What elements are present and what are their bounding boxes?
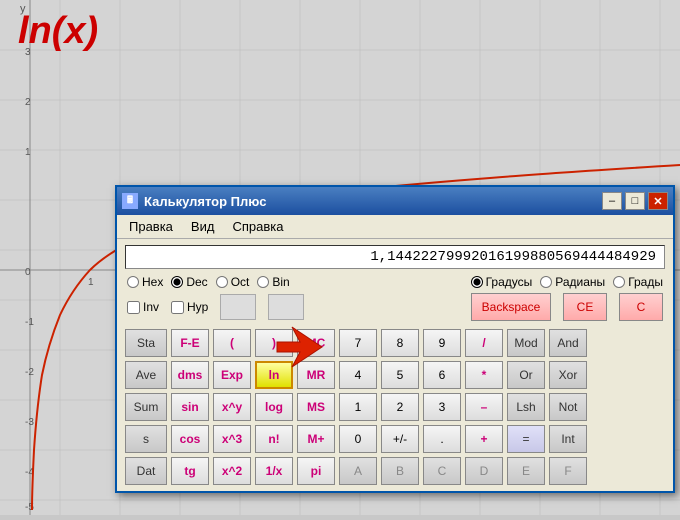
title-bar: 🖩 Калькулятор Плюс – □ ✕: [117, 187, 673, 215]
calculator-display: 1,14422279992016199880569444484929: [125, 245, 665, 269]
9-button[interactable]: 9: [423, 329, 461, 357]
calculator-window: 🖩 Калькулятор Плюс – □ ✕ Правка Вид Спра…: [115, 185, 675, 493]
1-button[interactable]: 1: [339, 393, 377, 421]
div-button[interactable]: /: [465, 329, 503, 357]
plusminus-button[interactable]: +/-: [381, 425, 419, 453]
svg-text:2: 2: [25, 97, 31, 108]
dat-button[interactable]: Dat: [125, 457, 167, 485]
add-button[interactable]: +: [465, 425, 503, 453]
svg-text:-3: -3: [25, 417, 34, 428]
radio-dec[interactable]: Dec: [171, 275, 207, 289]
xor-button[interactable]: Xor: [549, 361, 587, 389]
menu-pravka[interactable]: Правка: [125, 217, 177, 236]
check-row: Inv Hyp: [127, 300, 208, 314]
tg-button[interactable]: tg: [171, 457, 209, 485]
mul-button[interactable]: *: [465, 361, 503, 389]
c-hex-button[interactable]: C: [423, 457, 461, 485]
exp-button[interactable]: Exp: [213, 361, 251, 389]
dot-button[interactable]: .: [423, 425, 461, 453]
button-area: Sta F-E ( ) MC 7 8 9 / Mod And Ave dms E…: [117, 325, 673, 491]
rparen-button[interactable]: ): [255, 329, 293, 357]
calc-icon: 🖩: [122, 193, 138, 209]
radio-row-numbase: Hex Dec Oct Bin Градусы Радианы Грады: [117, 273, 673, 291]
lsh-button[interactable]: Lsh: [507, 393, 545, 421]
svg-text:0: 0: [25, 267, 31, 278]
maximize-button[interactable]: □: [625, 192, 645, 210]
radio-hex[interactable]: Hex: [127, 275, 163, 289]
3-button[interactable]: 3: [423, 393, 461, 421]
not-button[interactable]: Not: [549, 393, 587, 421]
6-button[interactable]: 6: [423, 361, 461, 389]
b-button[interactable]: B: [381, 457, 419, 485]
svg-text:1: 1: [88, 277, 94, 288]
e-button[interactable]: E: [507, 457, 545, 485]
2-button[interactable]: 2: [381, 393, 419, 421]
check-hyp[interactable]: Hyp: [171, 300, 208, 314]
menu-bar: Правка Вид Справка: [117, 215, 673, 239]
fe-button[interactable]: F-E: [171, 329, 209, 357]
ce-button[interactable]: CE: [563, 293, 607, 321]
lparen-button[interactable]: (: [213, 329, 251, 357]
radio-degrees[interactable]: Градусы: [471, 275, 533, 289]
s-button[interactable]: s: [125, 425, 167, 453]
check-inv[interactable]: Inv: [127, 300, 159, 314]
title-bar-left: 🖩 Калькулятор Плюс: [122, 193, 266, 209]
recip-button[interactable]: 1/x: [255, 457, 293, 485]
backspace-button[interactable]: Backspace: [471, 293, 551, 321]
spacer-box-1: [220, 294, 256, 320]
sub-button[interactable]: –: [465, 393, 503, 421]
menu-spravka[interactable]: Справка: [228, 217, 287, 236]
eq-button[interactable]: =: [507, 425, 545, 453]
ln-button[interactable]: ln: [255, 361, 293, 389]
radio-oct[interactable]: Oct: [216, 275, 250, 289]
mc-button[interactable]: MC: [297, 329, 335, 357]
close-button[interactable]: ✕: [648, 192, 668, 210]
mplus-button[interactable]: M+: [297, 425, 335, 453]
and-button[interactable]: And: [549, 329, 587, 357]
cos-button[interactable]: cos: [171, 425, 209, 453]
svg-text:-2: -2: [25, 367, 34, 378]
x2-button[interactable]: x^2: [213, 457, 251, 485]
c-button[interactable]: C: [619, 293, 663, 321]
int-button[interactable]: Int: [549, 425, 587, 453]
8-button[interactable]: 8: [381, 329, 419, 357]
ms-button[interactable]: MS: [297, 393, 335, 421]
svg-text:-1: -1: [25, 317, 34, 328]
d-button[interactable]: D: [465, 457, 503, 485]
5-button[interactable]: 5: [381, 361, 419, 389]
window-title: Калькулятор Плюс: [144, 194, 266, 209]
radio-bin[interactable]: Bin: [257, 275, 289, 289]
minimize-button[interactable]: –: [602, 192, 622, 210]
dms-button[interactable]: dms: [171, 361, 209, 389]
4-button[interactable]: 4: [339, 361, 377, 389]
svg-text:1: 1: [25, 147, 31, 158]
f-button[interactable]: F: [549, 457, 587, 485]
radio-radians[interactable]: Радианы: [540, 275, 605, 289]
x3-button[interactable]: x^3: [213, 425, 251, 453]
or-button[interactable]: Or: [507, 361, 545, 389]
radio-grads[interactable]: Грады: [613, 275, 663, 289]
spacer-box-2: [268, 294, 304, 320]
mr-button[interactable]: MR: [297, 361, 335, 389]
mod-button[interactable]: Mod: [507, 329, 545, 357]
menu-vid[interactable]: Вид: [187, 217, 219, 236]
a-button[interactable]: A: [339, 457, 377, 485]
sin-button[interactable]: sin: [171, 393, 209, 421]
pi-button[interactable]: pi: [297, 457, 335, 485]
7-button[interactable]: 7: [339, 329, 377, 357]
0-button[interactable]: 0: [339, 425, 377, 453]
sta-button[interactable]: Sta: [125, 329, 167, 357]
title-bar-buttons: – □ ✕: [602, 192, 668, 210]
graph-label: ln(x): [18, 10, 98, 53]
nfact-button[interactable]: n!: [255, 425, 293, 453]
xy-button[interactable]: x^y: [213, 393, 251, 421]
log-button[interactable]: log: [255, 393, 293, 421]
sum-button[interactable]: Sum: [125, 393, 167, 421]
ave-button[interactable]: Ave: [125, 361, 167, 389]
